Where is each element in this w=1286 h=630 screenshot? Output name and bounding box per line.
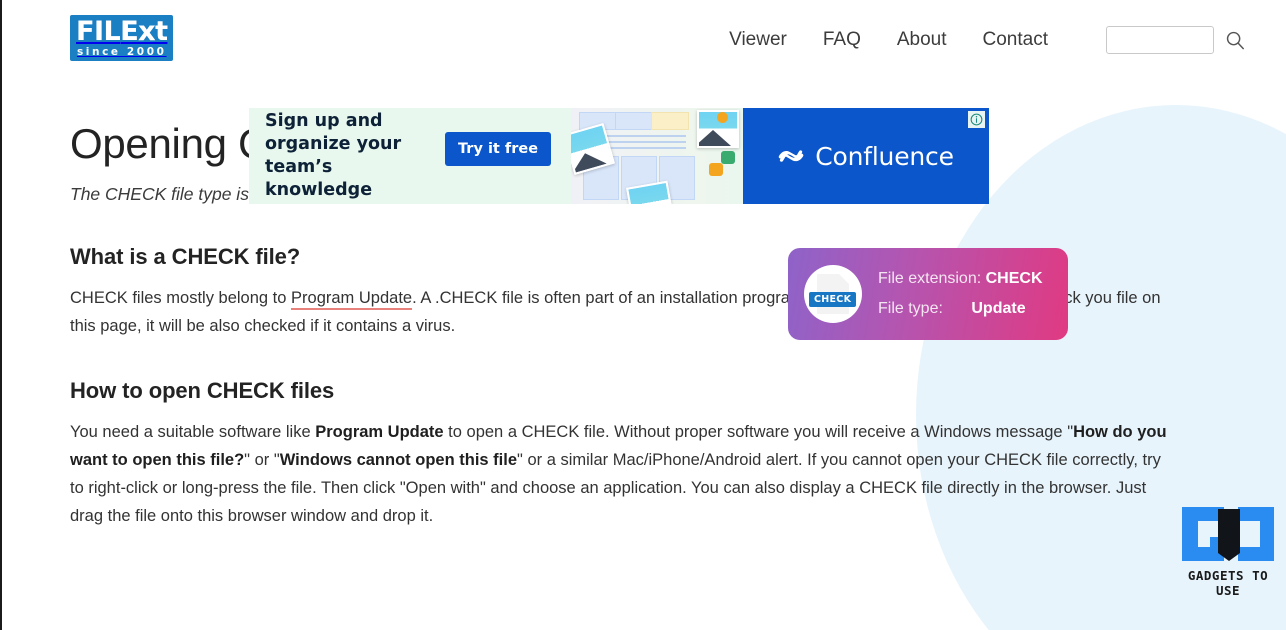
howto-text-3: " or "	[244, 451, 280, 469]
confluence-mark-icon	[778, 145, 804, 167]
logo-wordmark: FILExt	[76, 16, 168, 47]
logo-tagline: since 2000	[76, 46, 167, 58]
nav-item-about[interactable]: About	[897, 29, 947, 51]
site-header: FILExt since 2000 Viewer FAQ About Conta…	[2, 0, 1286, 80]
howto-text-2: to open a CHECK file. Without proper sof…	[443, 423, 1074, 441]
file-extension-label: File extension:	[878, 270, 982, 287]
file-info-rows: File extension: CHECK File type: Update	[878, 264, 1043, 324]
file-type-icon: CHECK	[804, 265, 862, 323]
watermark-logo-icon	[1178, 503, 1278, 565]
file-extension-value: CHECK	[985, 270, 1043, 287]
file-type-value: Update	[971, 300, 1026, 317]
logo-word-part2: Ext	[120, 16, 168, 47]
search-area	[1106, 26, 1246, 54]
main-navigation: Viewer FAQ About Contact	[729, 26, 1246, 54]
file-info-card: CHECK File extension: CHECK File type: U…	[788, 248, 1068, 340]
howto-bold-dialog-2: Windows cannot open this file	[279, 451, 518, 469]
section-paragraph-how-to-open: You need a suitable software like Progra…	[70, 418, 1170, 530]
nav-item-contact[interactable]: Contact	[983, 29, 1048, 51]
file-extension-badge: CHECK	[809, 292, 857, 307]
confluence-logo: Confluence	[778, 142, 954, 171]
confluence-brand-name: Confluence	[815, 141, 954, 171]
ad-info-icon[interactable]	[968, 111, 985, 128]
ad-headline: Sign up and organize your team’s knowled…	[265, 111, 402, 200]
advertisement-banner[interactable]: Sign up and organize your team’s knowled…	[249, 108, 989, 204]
file-extension-row: File extension: CHECK	[878, 264, 1043, 294]
search-icon[interactable]	[1224, 29, 1246, 51]
howto-bold-program-update: Program Update	[315, 423, 444, 441]
logo-word-part1: FIL	[76, 16, 121, 47]
section-heading-how-to-open: How to open CHECK files	[70, 378, 335, 403]
ad-brand-panel: Confluence	[743, 108, 989, 204]
paragraph-text-before-link: CHECK files mostly belong to	[70, 289, 292, 307]
section-heading-what-is: What is a CHECK file?	[70, 244, 301, 269]
file-type-label: File type:	[878, 300, 943, 317]
program-update-link[interactable]: Program Update	[291, 289, 413, 310]
document-page-icon: CHECK	[809, 274, 857, 314]
ad-illustration	[571, 108, 743, 204]
file-type-row: File type: Update	[878, 294, 1043, 324]
watermark: GADGETS TO USE	[1178, 503, 1278, 598]
watermark-text: GADGETS TO USE	[1187, 568, 1269, 598]
ad-left-panel: Sign up and organize your team’s knowled…	[249, 108, 571, 204]
page-root: FILExt since 2000 Viewer FAQ About Conta…	[0, 0, 1286, 630]
search-input[interactable]	[1106, 26, 1214, 54]
site-logo[interactable]: FILExt since 2000	[70, 15, 174, 61]
howto-text-1: You need a suitable software like	[70, 423, 316, 441]
nav-item-viewer[interactable]: Viewer	[729, 29, 787, 51]
ad-cta-button[interactable]: Try it free	[445, 132, 552, 166]
nav-item-faq[interactable]: FAQ	[823, 29, 861, 51]
